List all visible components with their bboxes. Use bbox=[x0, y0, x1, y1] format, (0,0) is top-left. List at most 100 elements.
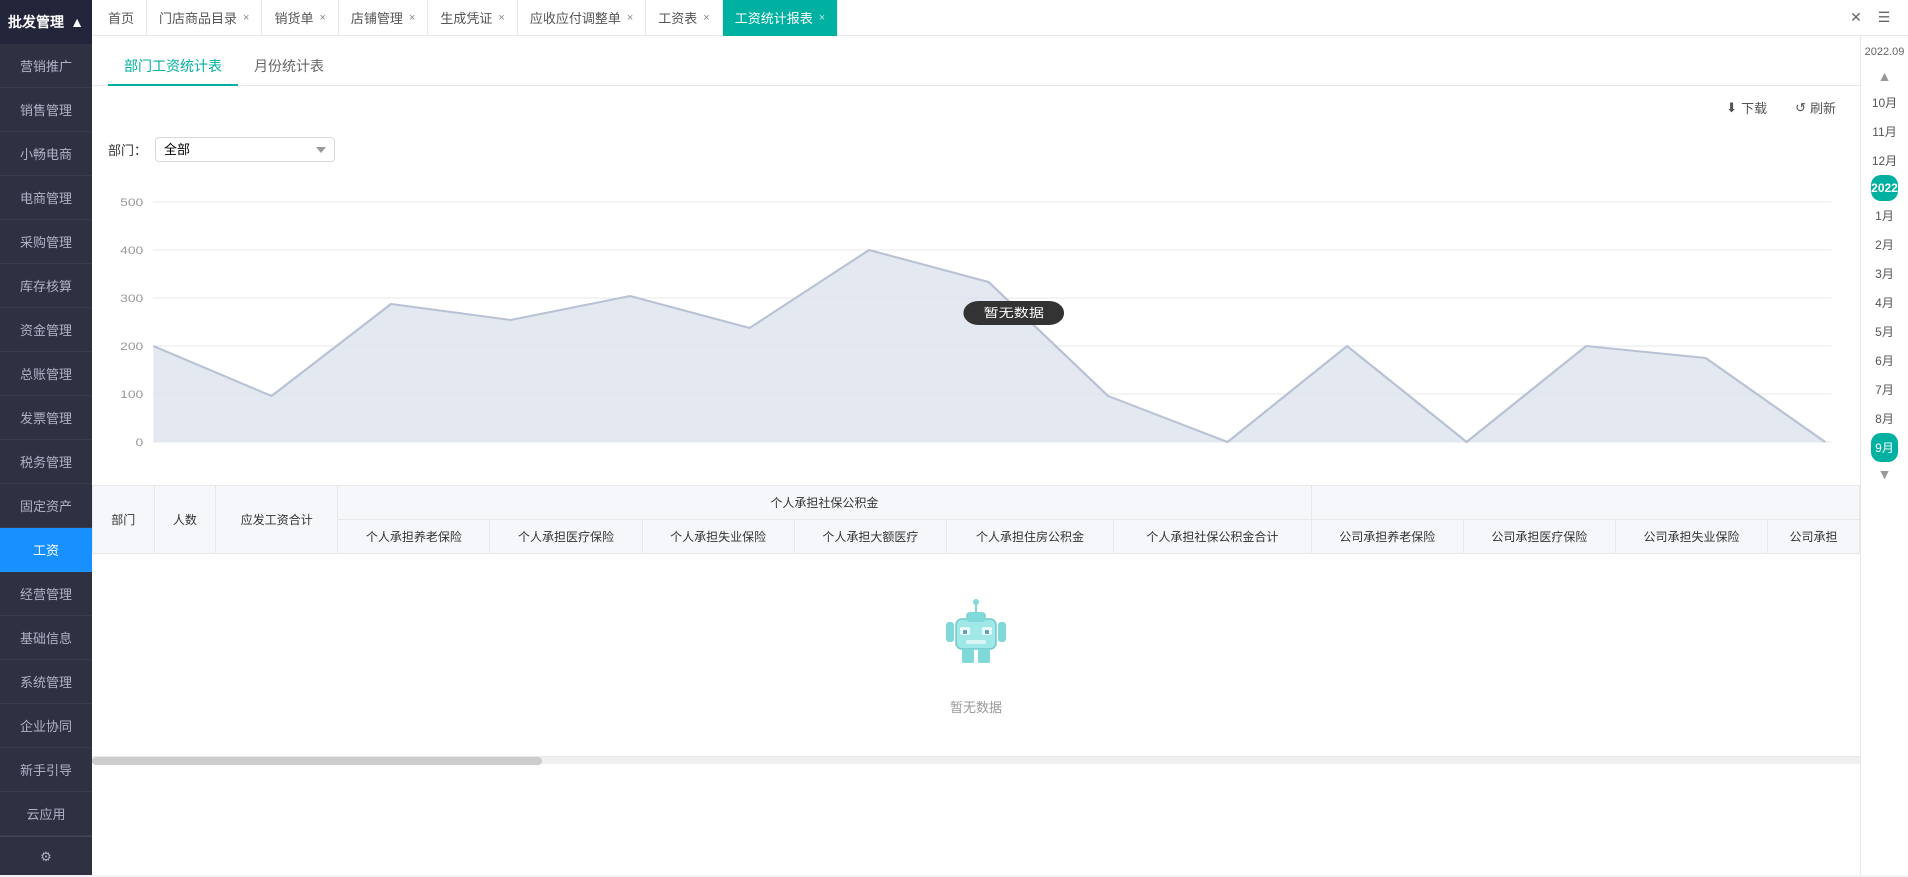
sidebar-month-10月[interactable]: 10月 bbox=[1867, 88, 1902, 117]
sidebar-item-kchs[interactable]: 库存核算 bbox=[0, 264, 92, 308]
sidebar-item-swgl[interactable]: 税务管理 bbox=[0, 440, 92, 484]
th-personal-medical: 个人承担医疗保险 bbox=[490, 520, 642, 554]
dept-filter-select[interactable]: 全部 bbox=[155, 137, 335, 162]
sidebar-item-xsyd[interactable]: 新手引导 bbox=[0, 748, 92, 792]
sidebar-item-dsgl[interactable]: 电商管理 bbox=[0, 176, 92, 220]
sidebar-item-fpgl[interactable]: 发票管理 bbox=[0, 396, 92, 440]
sidebar-year-2022[interactable]: 2022 bbox=[1871, 175, 1898, 201]
dept-filter-label: 部门： bbox=[108, 140, 147, 159]
sidebar-item-yxtuig[interactable]: 营销推广 bbox=[0, 44, 92, 88]
sub-tabs: 部门工资统计表月份统计表 bbox=[92, 36, 1860, 86]
th-personal-social: 个人承担社保公积金 bbox=[338, 486, 1311, 520]
tab-label-home: 首页 bbox=[108, 8, 134, 27]
download-icon: ⬇ bbox=[1726, 100, 1737, 116]
tab-catalog[interactable]: 门店商品目录 × bbox=[147, 0, 262, 36]
tab-close-catalog[interactable]: × bbox=[243, 12, 249, 24]
tab-close-payroll[interactable]: × bbox=[703, 12, 709, 24]
svg-text:0: 0 bbox=[136, 436, 144, 448]
table-header-row-1: 部门 人数 应发工资合计 个人承担社保公积金 bbox=[93, 486, 1860, 520]
th-company-pension: 公司承担养老保险 bbox=[1311, 520, 1463, 554]
th-personal-housing: 个人承担住房公积金 bbox=[946, 520, 1113, 554]
date-down-arrow[interactable]: ▼ bbox=[1861, 462, 1908, 486]
tab-shop[interactable]: 店铺管理 × bbox=[339, 0, 428, 36]
th-personal-unemployment: 个人承担失业保险 bbox=[642, 520, 794, 554]
tab-home[interactable]: 首页 bbox=[96, 0, 147, 36]
sidebar-toggle-icon: ▲ bbox=[70, 14, 84, 30]
svg-text:500: 500 bbox=[120, 196, 143, 208]
tab-close-produce[interactable]: × bbox=[498, 12, 504, 24]
th-company-medical: 公司承担医疗保险 bbox=[1463, 520, 1615, 554]
content-area: 部门工资统计表月份统计表 ⬇ 下载 ↺ 刷新 部门： 全部 bbox=[92, 36, 1860, 875]
sidebar-item-qyxt[interactable]: 企业协同 bbox=[0, 704, 92, 748]
svg-text:暂无数据: 暂无数据 bbox=[984, 306, 1045, 319]
sidebar-month-12月[interactable]: 12月 bbox=[1867, 146, 1902, 175]
th-company-social bbox=[1311, 486, 1859, 520]
sidebar-item-cqgl[interactable]: 采购管理 bbox=[0, 220, 92, 264]
sidebar-month-7月[interactable]: 7月 bbox=[1867, 375, 1902, 404]
tab-close-ar[interactable]: × bbox=[627, 12, 633, 24]
chart-svg: 500 400 300 200 100 0 bbox=[108, 186, 1844, 466]
table-area[interactable]: 部门 人数 应发工资合计 个人承担社保公积金 个人承担养老保险 个人承担医疗保险… bbox=[92, 485, 1860, 875]
tab-payroll[interactable]: 工资表× bbox=[646, 0, 722, 36]
download-button[interactable]: ⬇ 下载 bbox=[1718, 94, 1775, 121]
download-label: 下载 bbox=[1741, 98, 1767, 117]
date-up-arrow[interactable]: ▲ bbox=[1861, 64, 1908, 88]
svg-text:300: 300 bbox=[120, 292, 143, 304]
hscroll-bar[interactable] bbox=[92, 756, 1860, 764]
tab-ar[interactable]: 应收应付调整单 × bbox=[518, 0, 646, 36]
expand-tabs-button[interactable]: ☰ bbox=[1872, 6, 1896, 30]
th-personal-pension: 个人承担养老保险 bbox=[338, 520, 490, 554]
th-people: 人数 bbox=[154, 486, 216, 554]
sidebar-month-8月[interactable]: 8月 bbox=[1867, 404, 1902, 433]
sidebar-month-2月[interactable]: 2月 bbox=[1867, 230, 1902, 259]
tab-sales[interactable]: 销货单× bbox=[262, 0, 338, 36]
tab-produce[interactable]: 生成凭证× bbox=[428, 0, 517, 36]
sub-tab-month_stats[interactable]: 月份统计表 bbox=[238, 48, 340, 86]
sidebar-month-3月[interactable]: 3月 bbox=[1867, 259, 1902, 288]
sidebar-header[interactable]: 批发管理 ▲ bbox=[0, 0, 92, 44]
tab-payroll_report[interactable]: 工资统计报表× bbox=[723, 0, 838, 36]
filter-row: 部门： 全部 bbox=[92, 129, 1860, 170]
tab-bar: 首页门店商品目录×销货单×店铺管理×生成凭证×应收应付调整单×工资表×工资统计报… bbox=[92, 0, 1908, 36]
sidebar-month-active[interactable]: 9月 bbox=[1871, 433, 1898, 462]
empty-text: 暂无数据 bbox=[950, 697, 1002, 716]
chart-container: 500 400 300 200 100 0 bbox=[92, 170, 1860, 485]
sidebar-month-6月[interactable]: 6月 bbox=[1867, 346, 1902, 375]
svg-text:400: 400 bbox=[120, 244, 143, 256]
sub-tab-dept_stats[interactable]: 部门工资统计表 bbox=[108, 48, 238, 86]
sidebar-item-jygl[interactable]: 经营管理 bbox=[0, 572, 92, 616]
tab-label-catalog: 门店商品目录 bbox=[159, 8, 237, 27]
svg-text:100: 100 bbox=[120, 388, 143, 400]
sidebar-item-jcxx[interactable]: 基础信息 bbox=[0, 616, 92, 660]
sidebar-item-zzgl[interactable]: 总账管理 bbox=[0, 352, 92, 396]
data-table: 部门 人数 应发工资合计 个人承担社保公积金 个人承担养老保险 个人承担医疗保险… bbox=[92, 485, 1860, 554]
tab-close-payroll_report[interactable]: × bbox=[819, 12, 825, 24]
sidebar-item-xtgl[interactable]: 系统管理 bbox=[0, 660, 92, 704]
sidebar-month-1月[interactable]: 1月 bbox=[1867, 201, 1902, 230]
sidebar-month-4月[interactable]: 4月 bbox=[1867, 288, 1902, 317]
hscroll-thumb[interactable] bbox=[92, 757, 542, 765]
current-date-display: 2022.09 bbox=[1861, 40, 1908, 64]
empty-state: 暂无数据 bbox=[92, 554, 1860, 756]
tab-label-shop: 店铺管理 bbox=[351, 8, 403, 27]
sidebar-item-xdds[interactable]: 小畅电商 bbox=[0, 132, 92, 176]
sidebar-item-gdzi[interactable]: 固定资产 bbox=[0, 484, 92, 528]
tab-label-ar: 应收应付调整单 bbox=[530, 8, 621, 27]
chart-svg-wrapper: 500 400 300 200 100 0 bbox=[108, 186, 1844, 469]
refresh-button[interactable]: ↺ 刷新 bbox=[1787, 94, 1844, 121]
sidebar-item-zjgl[interactable]: 资金管理 bbox=[0, 308, 92, 352]
sidebar-item-gz[interactable]: 工资 bbox=[0, 528, 92, 572]
sidebar-item-yyy[interactable]: 云应用 bbox=[0, 792, 92, 836]
tab-close-sales[interactable]: × bbox=[319, 12, 325, 24]
empty-icon bbox=[936, 594, 1016, 689]
close-all-tabs-button[interactable]: ✕ bbox=[1844, 6, 1868, 30]
tab-close-shop[interactable]: × bbox=[409, 12, 415, 24]
sidebar-month-5月[interactable]: 5月 bbox=[1867, 317, 1902, 346]
sidebar-month-11月[interactable]: 11月 bbox=[1867, 117, 1902, 146]
main-area: 首页门店商品目录×销货单×店铺管理×生成凭证×应收应付调整单×工资表×工资统计报… bbox=[92, 0, 1908, 875]
sidebar-settings[interactable]: ⚙ bbox=[0, 836, 92, 877]
sidebar-item-xsgl[interactable]: 销售管理 bbox=[0, 88, 92, 132]
th-total-salary: 应发工资合计 bbox=[216, 486, 338, 554]
sidebar-items: 营销推广销售管理小畅电商电商管理采购管理库存核算资金管理总账管理发票管理税务管理… bbox=[0, 44, 92, 836]
svg-text:200: 200 bbox=[120, 340, 143, 352]
